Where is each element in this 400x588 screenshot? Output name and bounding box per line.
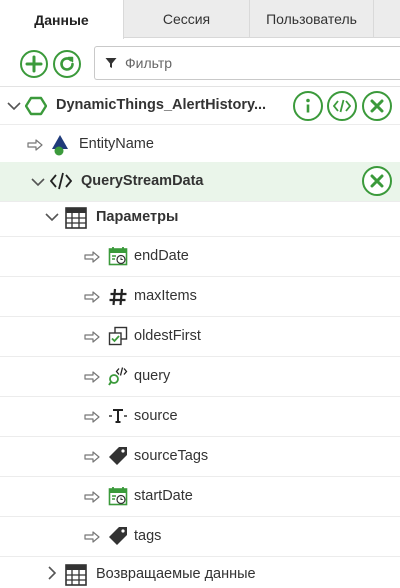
tag-icon — [109, 447, 127, 465]
tab-session[interactable]: Сессия — [124, 0, 250, 38]
param-row-query[interactable]: query — [0, 357, 400, 397]
text-icon — [109, 409, 127, 423]
calendar-icon — [108, 487, 128, 506]
hash-icon — [109, 288, 127, 306]
entity-icon — [52, 135, 68, 156]
arrow-right-icon — [84, 451, 100, 463]
close-icon — [370, 174, 384, 188]
tag-icon — [109, 527, 127, 545]
param-label: maxItems — [134, 288, 197, 304]
chevron-right-icon[interactable] — [44, 565, 60, 581]
tab-session-label: Сессия — [162, 11, 211, 27]
params-group-label: Параметры — [96, 209, 179, 225]
service-label: QueryStreamData — [81, 173, 204, 189]
arrow-right-icon — [84, 531, 100, 543]
tree-params-group-row[interactable]: Параметры — [0, 200, 400, 237]
add-button[interactable] — [20, 50, 48, 78]
tab-user-label: Пользователь — [266, 11, 357, 27]
close-icon — [370, 99, 384, 113]
param-label: source — [134, 408, 178, 424]
table-icon — [65, 207, 87, 229]
param-label: startDate — [134, 488, 193, 504]
arrow-right-icon — [27, 139, 43, 151]
param-row-tags[interactable]: tags — [0, 517, 400, 557]
arrow-right-icon — [84, 491, 100, 503]
remove-button[interactable] — [362, 91, 392, 121]
chevron-down-icon[interactable] — [44, 209, 60, 225]
param-row-startdate[interactable]: startDate — [0, 477, 400, 517]
info-button[interactable] — [293, 91, 323, 121]
table-icon — [65, 564, 87, 586]
tab-data[interactable]: Данные — [0, 0, 124, 39]
toolbar — [0, 39, 400, 87]
plus-icon — [25, 55, 43, 73]
refresh-icon — [60, 56, 74, 71]
tree-returns-row[interactable]: Возвращаемые данные — [0, 557, 400, 588]
code-icon — [333, 99, 351, 113]
tree-entity-name-row[interactable]: EntityName — [0, 125, 400, 165]
arrow-right-icon — [84, 371, 100, 383]
param-label: sourceTags — [134, 448, 209, 464]
tab-bar: Данные Сессия Пользователь — [0, 0, 400, 39]
returns-label: Возвращаемые данные — [96, 566, 256, 582]
arrow-right-icon — [84, 291, 100, 303]
entity-name-label: EntityName — [79, 136, 154, 152]
param-label: endDate — [134, 248, 189, 264]
root-label: DynamicThings_AlertHistory... — [56, 97, 267, 113]
tab-data-label: Данные — [34, 11, 89, 28]
refresh-button[interactable] — [53, 50, 81, 78]
thing-icon — [25, 96, 47, 116]
info-icon — [306, 98, 310, 113]
checkbox-icon — [108, 326, 128, 346]
param-row-oldestfirst[interactable]: oldestFirst — [0, 317, 400, 357]
code-icon — [50, 172, 72, 190]
arrow-right-icon — [84, 251, 100, 263]
param-row-sourcetags[interactable]: sourceTags — [0, 437, 400, 477]
arrow-right-icon — [84, 411, 100, 423]
param-row-maxitems[interactable]: maxItems — [0, 277, 400, 317]
code-button[interactable] — [327, 91, 357, 121]
param-label: query — [134, 368, 171, 384]
query-icon — [108, 367, 128, 386]
chevron-down-icon[interactable] — [6, 98, 22, 114]
arrow-right-icon — [84, 331, 100, 343]
filter-input[interactable] — [125, 55, 375, 71]
tree-service-row[interactable]: QueryStreamData — [0, 162, 400, 202]
remove-service-button[interactable] — [362, 166, 392, 196]
chevron-down-icon[interactable] — [30, 174, 46, 190]
param-row-source[interactable]: source — [0, 397, 400, 437]
param-label: oldestFirst — [134, 328, 201, 344]
filter-field[interactable] — [94, 46, 400, 80]
tab-user[interactable]: Пользователь — [250, 0, 374, 38]
funnel-icon — [105, 58, 117, 68]
param-label: tags — [134, 528, 162, 544]
calendar-icon — [108, 247, 128, 266]
tree-root-row[interactable]: DynamicThings_AlertHistory... — [0, 87, 400, 125]
param-row-enddate[interactable]: endDate — [0, 237, 400, 277]
